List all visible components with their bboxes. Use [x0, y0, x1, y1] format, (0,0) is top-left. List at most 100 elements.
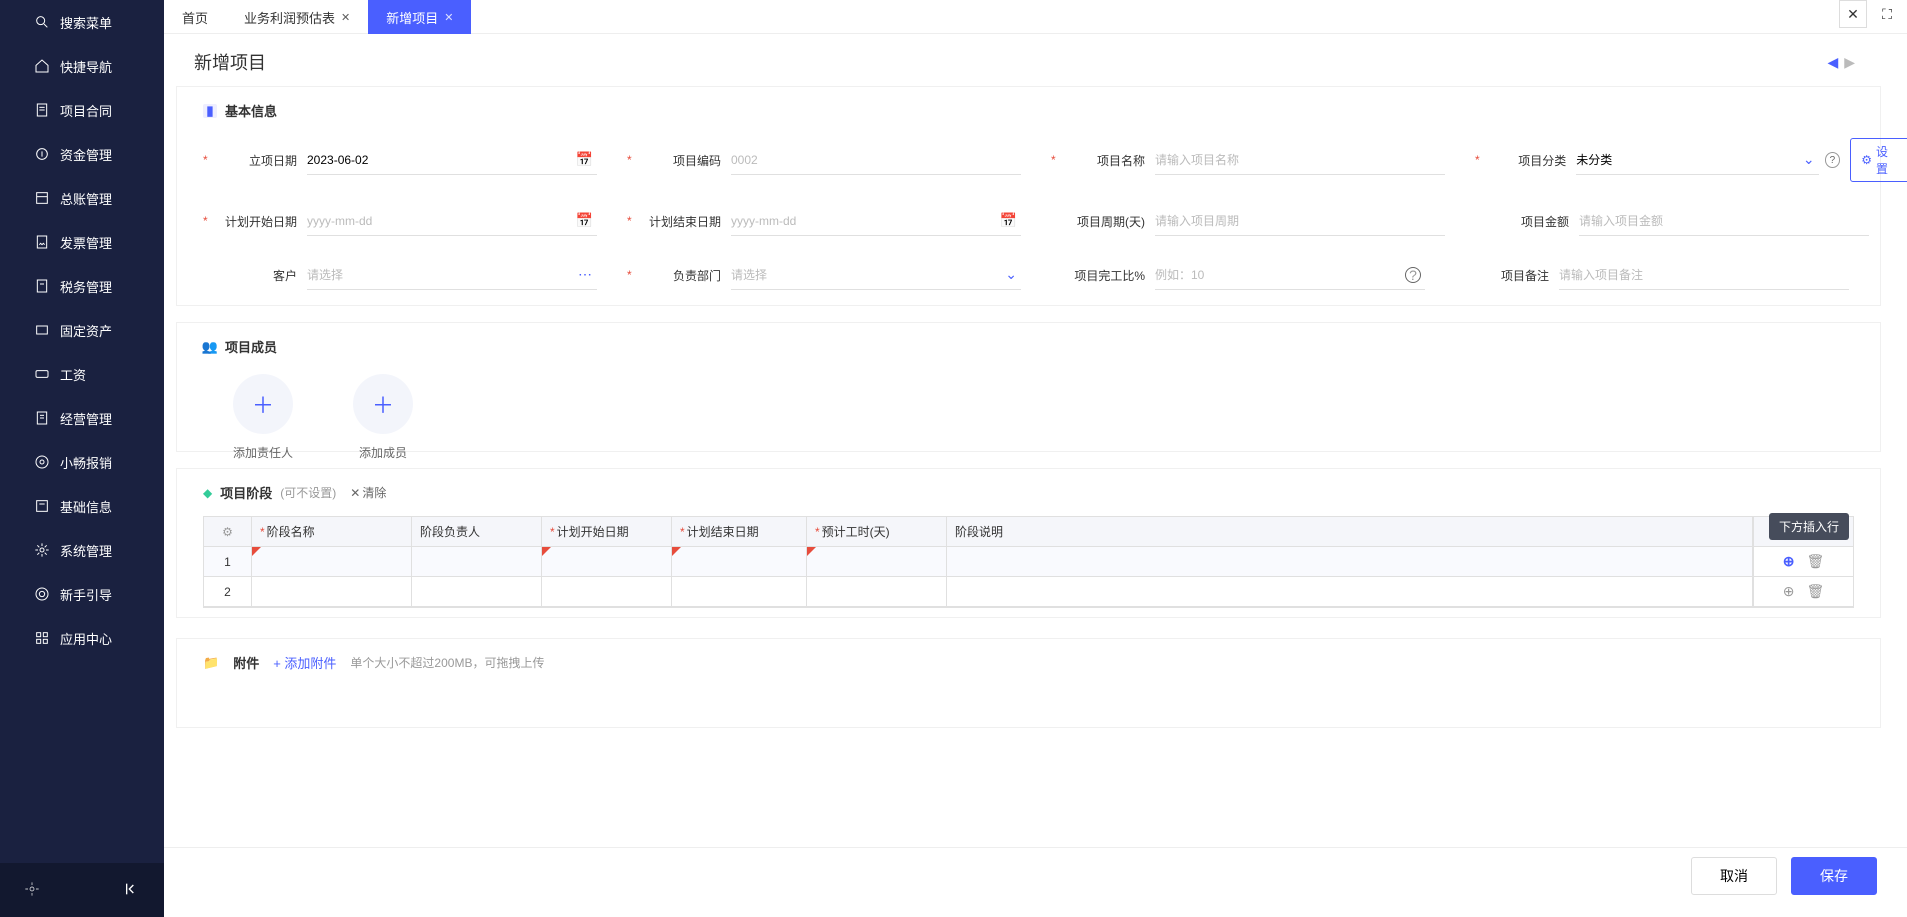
stage-owner-cell[interactable] — [412, 577, 542, 607]
sidebar-item-tax[interactable]: 税务管理 — [0, 264, 164, 308]
help-icon[interactable]: ? — [1405, 267, 1421, 283]
attachment-hint: 单个大小不超过200MB，可拖拽上传 — [350, 654, 544, 671]
sidebar-item-quicknav[interactable]: 快捷导航 — [0, 44, 164, 88]
sidebar-item-system[interactable]: 系统管理 — [0, 528, 164, 572]
save-button[interactable]: 保存 — [1791, 857, 1877, 895]
row-index: 2 — [204, 577, 252, 607]
home-icon — [34, 58, 50, 74]
calendar-icon[interactable]: 📅 — [576, 212, 593, 229]
guide-icon — [34, 586, 50, 602]
sidebar-item-basic-info[interactable]: 基础信息 — [0, 484, 164, 528]
insert-row-below-icon[interactable]: ⊕ — [1783, 553, 1795, 570]
plan-end-input[interactable] — [731, 206, 1021, 235]
close-icon[interactable]: ✕ — [444, 11, 453, 24]
stage-desc-cell[interactable] — [947, 577, 1753, 607]
stage-start-cell[interactable] — [542, 547, 672, 577]
sidebar-item-search[interactable]: 搜索菜单 — [0, 0, 164, 44]
plan-start-input[interactable] — [307, 206, 597, 235]
prev-icon[interactable]: ◀ — [1827, 54, 1838, 71]
sidebar-item-label: 发票管理 — [60, 233, 112, 252]
sidebar-item-invoice[interactable]: 发票管理 — [0, 220, 164, 264]
cycle-input[interactable] — [1155, 206, 1445, 235]
create-date-input[interactable] — [307, 145, 597, 174]
sidebar-item-salary[interactable]: 工资 — [0, 352, 164, 396]
sidebar-item-app-center[interactable]: 应用中心 — [0, 616, 164, 660]
section-header: ◆ 项目阶段 (可不设置) ✕ 清除 — [203, 483, 1854, 502]
complete-pct-input[interactable] — [1155, 260, 1425, 289]
category-select[interactable] — [1576, 145, 1818, 174]
settings-icon[interactable] — [24, 881, 40, 900]
calendar-icon[interactable]: 📅 — [576, 151, 593, 168]
table-row[interactable]: 1 — [204, 547, 1753, 577]
add-member-label: 添加成员 — [353, 444, 413, 461]
stage-desc-cell[interactable] — [947, 547, 1753, 577]
members-icon: 👥 — [203, 340, 217, 354]
clear-button[interactable]: ✕ 清除 — [350, 484, 386, 501]
next-icon[interactable]: ▶ — [1844, 54, 1855, 71]
customer-select[interactable] — [307, 260, 597, 289]
close-icon[interactable]: ✕ — [341, 11, 350, 24]
stage-start-cell[interactable] — [542, 577, 672, 607]
chevron-down-icon[interactable]: ⌄ — [1803, 151, 1815, 168]
gear-icon[interactable]: ⚙ — [222, 525, 233, 539]
sidebar-item-business-mgmt[interactable]: 经营管理 — [0, 396, 164, 440]
section-note: (可不设置) — [280, 484, 336, 501]
pager-nav: ◀ ▶ — [1827, 54, 1855, 71]
stage-end-cell[interactable] — [672, 547, 807, 577]
calendar-icon[interactable]: 📅 — [1000, 212, 1017, 229]
tab-home[interactable]: 首页 — [164, 0, 226, 34]
ledger-icon — [34, 190, 50, 206]
field-label: 项目名称 — [1061, 152, 1145, 169]
remark-input[interactable] — [1559, 260, 1849, 289]
category-setting-button[interactable]: ⚙ 设置 — [1850, 138, 1907, 182]
stage-end-cell[interactable] — [672, 577, 807, 607]
sidebar-item-expense[interactable]: 小畅报销 — [0, 440, 164, 484]
chevron-down-icon[interactable]: ⌄ — [1005, 266, 1017, 283]
sidebar-item-label: 小畅报销 — [60, 453, 112, 472]
amount-input[interactable] — [1579, 206, 1869, 235]
tab-new-project[interactable]: 新增项目✕ — [368, 0, 471, 34]
add-owner-button[interactable]: ＋ — [233, 374, 293, 434]
sidebar-item-guide[interactable]: 新手引导 — [0, 572, 164, 616]
stage-name-cell[interactable] — [252, 547, 412, 577]
sidebar-item-general-ledger[interactable]: 总账管理 — [0, 176, 164, 220]
sidebar-item-label: 工资 — [60, 365, 86, 384]
tooltip: 下方插入行 — [1769, 513, 1849, 540]
expand-button[interactable]: ⛶ — [1873, 0, 1901, 28]
field-label: 客户 — [213, 267, 297, 284]
col-header: 计划开始日期 — [557, 523, 629, 540]
sidebar-item-fixed-assets[interactable]: 固定资产 — [0, 308, 164, 352]
info-icon — [34, 498, 50, 514]
project-code-input[interactable] — [731, 145, 1021, 174]
field-label: 项目备注 — [1465, 267, 1549, 284]
sidebar-item-project-contract[interactable]: 项目合同 — [0, 88, 164, 132]
col-header: 预计工时(天) — [822, 523, 890, 540]
sidebar-item-label: 经营管理 — [60, 409, 112, 428]
stage-owner-cell[interactable] — [412, 547, 542, 577]
asset-icon — [34, 322, 50, 338]
stage-hours-cell[interactable] — [807, 577, 947, 607]
stage-hours-cell[interactable] — [807, 547, 947, 577]
col-header: 计划结束日期 — [687, 523, 759, 540]
delete-row-icon[interactable]: 🗑 — [1806, 583, 1824, 600]
dept-select[interactable] — [731, 260, 1021, 289]
delete-row-icon[interactable]: 🗑 — [1806, 553, 1824, 570]
stage-name-cell[interactable] — [252, 577, 412, 607]
table-row[interactable]: 2 — [204, 577, 1753, 607]
collapse-icon[interactable] — [124, 881, 140, 900]
panel-attachments: 📁 附件 + 添加附件 单个大小不超过200MB，可拖拽上传 — [176, 638, 1881, 728]
section-title: 项目阶段 — [220, 483, 272, 502]
field-label: 项目金额 — [1485, 213, 1569, 230]
project-name-input[interactable] — [1155, 145, 1445, 174]
add-owner: ＋ 添加责任人 — [233, 374, 293, 461]
close-panel-button[interactable]: ✕ — [1839, 0, 1867, 28]
section-title: 基本信息 — [225, 101, 277, 120]
add-attachment-link[interactable]: + 添加附件 — [273, 653, 336, 672]
insert-row-icon[interactable]: ⊕ — [1783, 583, 1795, 600]
add-member-button[interactable]: ＋ — [353, 374, 413, 434]
tab-profit-estimate[interactable]: 业务利润预估表✕ — [226, 0, 368, 34]
more-icon[interactable]: ⋯ — [578, 266, 593, 283]
cancel-button[interactable]: 取消 — [1691, 857, 1777, 895]
sidebar-item-funds[interactable]: 资金管理 — [0, 132, 164, 176]
help-icon[interactable]: ? — [1825, 152, 1841, 168]
